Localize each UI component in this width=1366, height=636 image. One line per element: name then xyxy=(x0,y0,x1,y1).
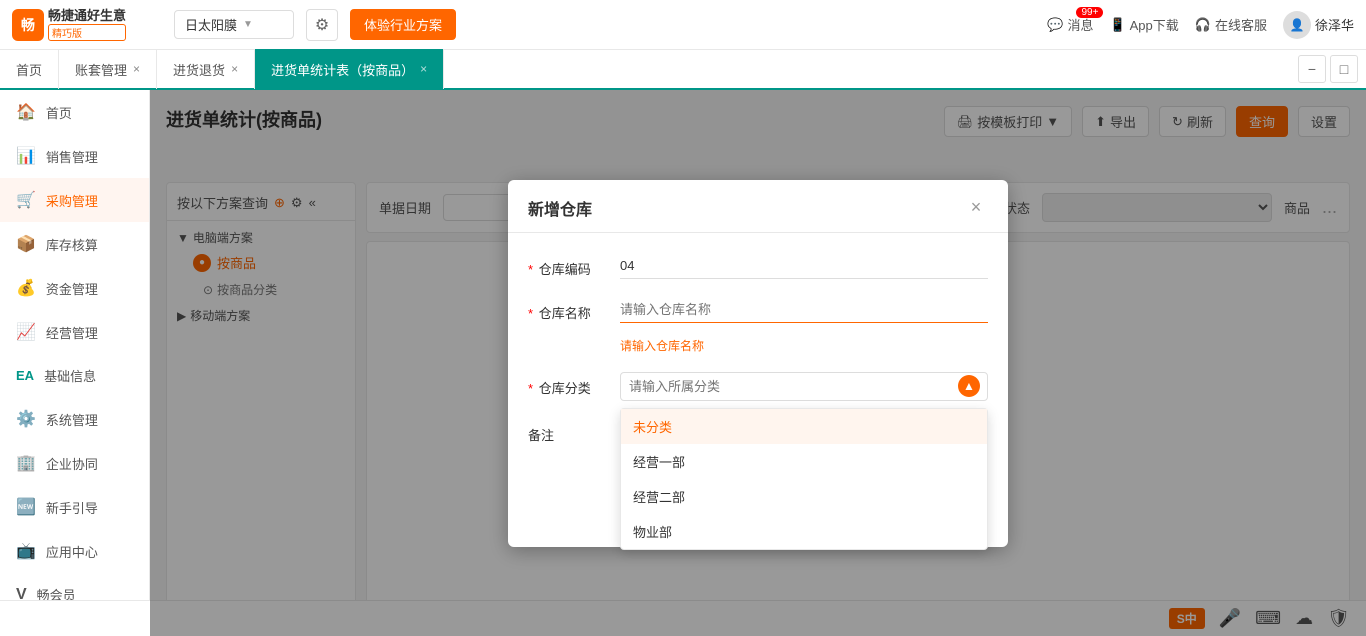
dropdown-item-dept1[interactable]: 经营一部 xyxy=(621,444,987,479)
warehouse-code-input[interactable] xyxy=(620,253,988,279)
service-label: 在线客服 xyxy=(1215,15,1267,34)
warehouse-code-row: * 仓库编码 xyxy=(528,253,988,279)
operations-icon: 📈 xyxy=(16,322,36,342)
tab-purchase-stats-label: 进货单统计表（按商品） xyxy=(271,60,414,79)
sidebar-item-basic-info-label: 基础信息 xyxy=(44,366,96,385)
tab-purchase-return[interactable]: 进货退货 × xyxy=(157,49,255,89)
modal-overlay[interactable]: 新增仓库 × * 仓库编码 xyxy=(150,90,1366,636)
warehouse-category-input[interactable] xyxy=(620,372,988,401)
tab-home[interactable]: 首页 xyxy=(0,49,59,89)
modal-title: 新增仓库 xyxy=(528,196,592,220)
warehouse-category-select-wrap: ▲ 未分类 经营一部 经营二部 物业部 xyxy=(620,372,988,401)
new-warehouse-modal: 新增仓库 × * 仓库编码 xyxy=(508,180,1008,547)
warehouse-code-label: * 仓库编码 xyxy=(528,253,608,278)
tab-purchase-return-label: 进货退货 xyxy=(173,60,225,79)
sidebar-item-purchase[interactable]: 🛒 采购管理 xyxy=(0,178,149,222)
headset-icon: 🎧 xyxy=(1195,17,1211,33)
sidebar-item-home[interactable]: 🏠 首页 xyxy=(0,90,149,134)
system-icon: ⚙️ xyxy=(16,409,36,429)
modal-body: * 仓库编码 * 仓库名称 xyxy=(508,233,1008,483)
user-name: 徐泽华 xyxy=(1315,15,1354,34)
chevron-down-icon: ▼ xyxy=(243,19,253,30)
enterprise-icon: 🏢 xyxy=(16,453,36,473)
dropdown-item-uncategorized[interactable]: 未分类 xyxy=(621,409,987,444)
store-selector[interactable]: 日太阳膜 ▼ xyxy=(174,10,294,39)
tab-accounts-label: 账套管理 xyxy=(75,60,127,79)
message-badge: 99+ xyxy=(1076,7,1103,18)
logo-badge: 精巧版 xyxy=(48,24,126,41)
basic-info-icon: EA xyxy=(16,368,34,383)
dropdown-item-dept2[interactable]: 经营二部 xyxy=(621,479,987,514)
newbie-icon: 🆕 xyxy=(16,497,36,517)
restore-button[interactable]: □ xyxy=(1330,55,1358,83)
sidebar-item-sales[interactable]: 📊 销售管理 xyxy=(0,134,149,178)
dropdown-item-dept3[interactable]: 物业部 xyxy=(621,514,987,549)
store-name: 日太阳膜 xyxy=(185,15,237,34)
sidebar-item-newbie[interactable]: 🆕 新手引导 xyxy=(0,485,149,529)
sidebar-item-inventory-label: 库存核算 xyxy=(46,235,98,254)
sidebar-item-sales-label: 销售管理 xyxy=(46,147,98,166)
avatar: 👤 xyxy=(1283,11,1311,39)
tab-purchase-stats[interactable]: 进货单统计表（按商品） × xyxy=(255,49,444,89)
topbar-right: 💬 消息 99+ 📱 App下载 🎧 在线客服 👤 徐泽华 xyxy=(1047,11,1354,39)
app-center-icon: 📺 xyxy=(16,541,36,561)
sales-icon: 📊 xyxy=(16,146,36,166)
tab-purchase-return-close[interactable]: × xyxy=(231,62,238,76)
finance-icon: 💰 xyxy=(16,278,36,298)
warehouse-name-input[interactable] xyxy=(620,297,988,323)
sidebar-item-inventory[interactable]: 📦 库存核算 xyxy=(0,222,149,266)
tab-actions: − □ xyxy=(1298,55,1366,83)
sidebar-item-app-center-label: 应用中心 xyxy=(46,542,98,561)
app-download-button[interactable]: 📱 App下载 xyxy=(1109,15,1178,34)
warehouse-notes-label: 备注 xyxy=(528,419,608,444)
sidebar: 🏠 首页 📊 销售管理 🛒 采购管理 📦 库存核算 💰 资金管理 📈 经营管理 … xyxy=(0,90,150,636)
inventory-icon: 📦 xyxy=(16,234,36,254)
category-dropdown-toggle[interactable]: ▲ xyxy=(958,375,980,397)
message-icon: 💬 xyxy=(1047,17,1063,33)
tab-accounts-close[interactable]: × xyxy=(133,62,140,76)
gear-button[interactable]: ⚙ xyxy=(306,9,338,41)
tab-purchase-stats-close[interactable]: × xyxy=(420,62,427,76)
modal-close-button[interactable]: × xyxy=(964,196,988,220)
warehouse-category-row: * 仓库分类 ▲ 未分类 经营一部 经营二部 物业部 xyxy=(528,372,988,401)
warehouse-category-label: * 仓库分类 xyxy=(528,372,608,397)
sidebar-item-finance[interactable]: 💰 资金管理 xyxy=(0,266,149,310)
sidebar-item-basic-info[interactable]: EA 基础信息 xyxy=(0,354,149,397)
warehouse-name-label: * 仓库名称 xyxy=(528,297,608,322)
sidebar-item-purchase-label: 采购管理 xyxy=(46,191,98,210)
message-button[interactable]: 💬 消息 99+ xyxy=(1047,15,1093,34)
sidebar-item-system-label: 系统管理 xyxy=(46,410,98,429)
app-label: App下载 xyxy=(1130,15,1179,34)
main-layout: 🏠 首页 📊 销售管理 🛒 采购管理 📦 库存核算 💰 资金管理 📈 经营管理 … xyxy=(0,90,1366,636)
trial-button[interactable]: 体验行业方案 xyxy=(350,9,456,40)
sidebar-item-home-label: 首页 xyxy=(46,103,72,122)
tab-home-label: 首页 xyxy=(16,60,42,79)
tabbar: 首页 账套管理 × 进货退货 × 进货单统计表（按商品） × − □ xyxy=(0,50,1366,90)
warehouse-name-row: * 仓库名称 请输入仓库名称 xyxy=(528,297,988,354)
logo-area: 畅 畅捷通好生意 精巧版 xyxy=(12,8,162,41)
tab-accounts[interactable]: 账套管理 × xyxy=(59,49,157,89)
online-service-button[interactable]: 🎧 在线客服 xyxy=(1195,15,1267,34)
category-dropdown-list: 未分类 经营一部 经营二部 物业部 xyxy=(620,408,988,550)
warehouse-name-error: 请输入仓库名称 xyxy=(620,337,988,354)
user-menu[interactable]: 👤 徐泽华 xyxy=(1283,11,1354,39)
sidebar-item-operations[interactable]: 📈 经营管理 xyxy=(0,310,149,354)
sidebar-item-enterprise-label: 企业协同 xyxy=(46,454,98,473)
purchase-icon: 🛒 xyxy=(16,190,36,210)
sidebar-item-finance-label: 资金管理 xyxy=(46,279,98,298)
sidebar-item-enterprise[interactable]: 🏢 企业协同 xyxy=(0,441,149,485)
topbar: 畅 畅捷通好生意 精巧版 日太阳膜 ▼ ⚙ 体验行业方案 💬 消息 99+ 📱 … xyxy=(0,0,1366,50)
sidebar-item-app-center[interactable]: 📺 应用中心 xyxy=(0,529,149,573)
sidebar-item-newbie-label: 新手引导 xyxy=(46,498,98,517)
minimize-button[interactable]: − xyxy=(1298,55,1326,83)
logo-text: 畅捷通好生意 xyxy=(48,8,126,24)
sidebar-item-system[interactable]: ⚙️ 系统管理 xyxy=(0,397,149,441)
phone-icon: 📱 xyxy=(1109,17,1125,33)
content-area: 进货单统计(按商品) 🖨 按模板打印 ▼ ⬆ 导出 ↻ 刷新 查询 设置 xyxy=(150,90,1366,636)
modal-header: 新增仓库 × xyxy=(508,180,1008,233)
home-icon: 🏠 xyxy=(16,102,36,122)
sidebar-item-operations-label: 经营管理 xyxy=(46,323,98,342)
logo-icon: 畅 xyxy=(12,9,44,41)
